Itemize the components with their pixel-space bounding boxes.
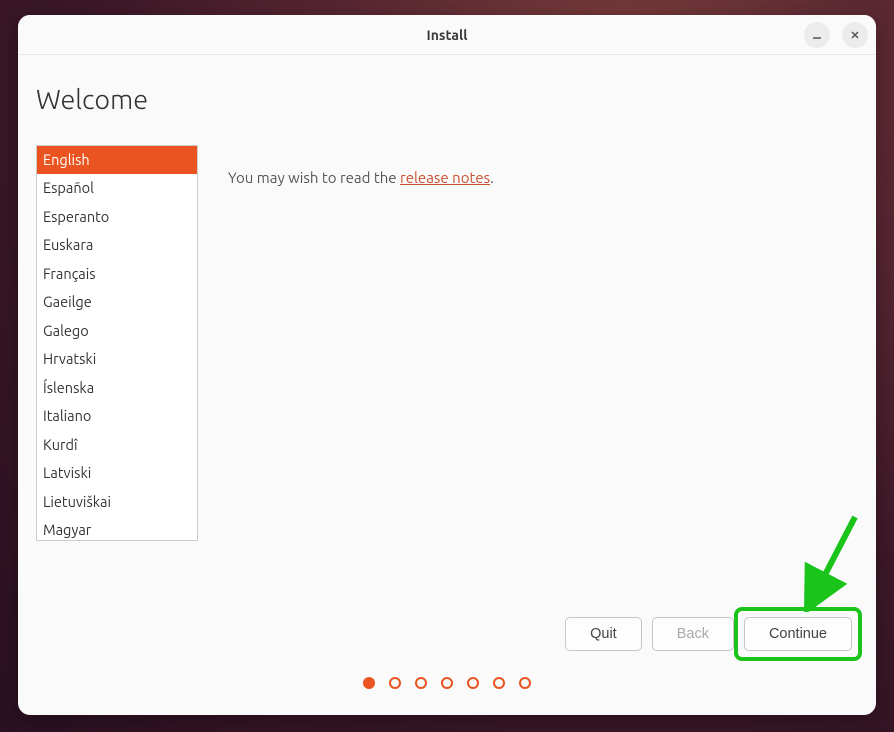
window-title: Install: [427, 27, 468, 43]
content-area: Welcome EnglishEspañolEsperantoEuskaraFr…: [18, 55, 876, 715]
info-prefix: You may wish to read the: [228, 169, 400, 186]
language-item[interactable]: Galego: [37, 317, 197, 345]
language-item[interactable]: English: [37, 146, 197, 174]
language-item[interactable]: Gaeilge: [37, 288, 197, 316]
continue-button[interactable]: Continue: [744, 617, 852, 651]
progress-dot: [519, 677, 531, 689]
titlebar: Install: [18, 15, 876, 55]
progress-dot: [467, 677, 479, 689]
language-item[interactable]: Latviski: [37, 459, 197, 487]
minimize-icon: [811, 29, 823, 41]
back-button[interactable]: Back: [652, 617, 734, 651]
language-item[interactable]: Italiano: [37, 402, 197, 430]
progress-dot: [415, 677, 427, 689]
info-suffix: .: [490, 169, 494, 186]
language-item[interactable]: Esperanto: [37, 203, 197, 231]
close-button[interactable]: [842, 22, 868, 48]
info-text: You may wish to read the release notes.: [228, 145, 494, 617]
language-item[interactable]: Euskara: [37, 231, 197, 259]
release-notes-link[interactable]: release notes: [400, 169, 490, 186]
progress-dot: [363, 677, 375, 689]
installer-window: Install Welcome EnglishEspañolEsperantoE…: [18, 15, 876, 715]
close-icon: [849, 29, 861, 41]
window-controls: [804, 22, 868, 48]
page-title: Welcome: [36, 85, 858, 115]
progress-dots: [36, 651, 858, 701]
language-item[interactable]: Français: [37, 260, 197, 288]
button-row: Quit Back Continue: [36, 617, 858, 651]
language-item[interactable]: Lietuviškai: [37, 488, 197, 516]
main-row: EnglishEspañolEsperantoEuskaraFrançaisGa…: [36, 145, 858, 617]
minimize-button[interactable]: [804, 22, 830, 48]
language-list[interactable]: EnglishEspañolEsperantoEuskaraFrançaisGa…: [36, 145, 198, 541]
language-item[interactable]: Magyar: [37, 516, 197, 541]
progress-dot: [389, 677, 401, 689]
language-item[interactable]: Íslenska: [37, 374, 197, 402]
progress-dot: [441, 677, 453, 689]
language-item[interactable]: Kurdî: [37, 431, 197, 459]
language-item[interactable]: Español: [37, 174, 197, 202]
language-item[interactable]: Hrvatski: [37, 345, 197, 373]
progress-dot: [493, 677, 505, 689]
quit-button[interactable]: Quit: [565, 617, 642, 651]
